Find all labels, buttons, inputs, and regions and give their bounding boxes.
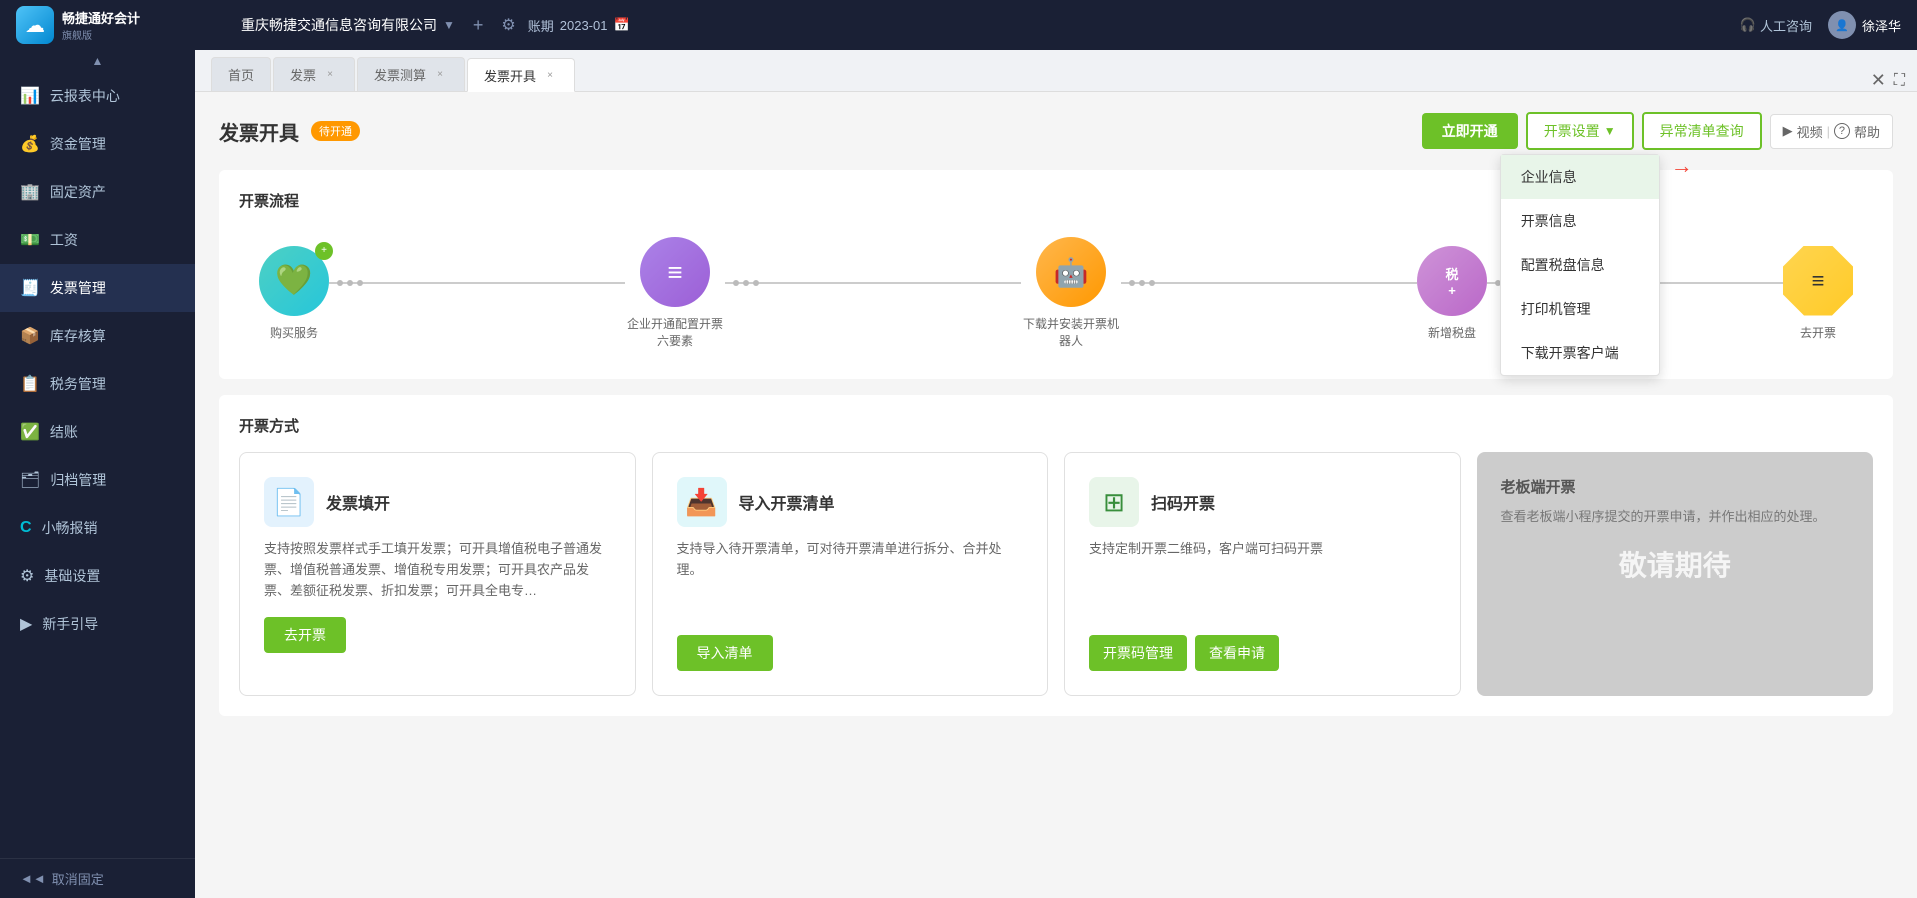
status-badge: 待开通 xyxy=(311,121,360,141)
new-guide-icon: ▶ xyxy=(20,614,32,634)
step-add-tax-disk: 税+ 新增税盘 xyxy=(1417,246,1487,341)
sidebar-item-fixed-asset[interactable]: 🏢 固定资产 xyxy=(0,168,195,216)
method-card-scan: ⊞ 扫码开票 支持定制开票二维码，客户端可扫码开票 开票码管理 查看申请 xyxy=(1064,452,1461,696)
step-go-invoice: ≡ 去开票 xyxy=(1783,246,1853,341)
tab-invoice-close[interactable]: × xyxy=(322,67,338,83)
scan-title: 扫码开票 xyxy=(1151,490,1215,514)
unpin-button[interactable]: ◄◄ 取消固定 xyxy=(20,869,175,888)
manual-fill-title: 发票填开 xyxy=(326,490,390,514)
step-enterprise-config: ≡ 企业开通配置开票六要素 xyxy=(625,237,725,349)
sidebar-item-cloud-report[interactable]: 📊 云报表中心 xyxy=(0,72,195,120)
archive-icon: 🗂 xyxy=(20,470,40,490)
salary-icon: 💵 xyxy=(20,230,40,250)
import-desc: 支持导入待开票清单，可对待开票清单进行拆分、合并处理。 xyxy=(677,539,1024,619)
boss-desc: 查看老板端小程序提交的开票申请，并作出相应的处理。 xyxy=(1501,507,1850,528)
company-name: 重庆畅捷交通信息咨询有限公司 xyxy=(241,15,437,35)
import-icon: 📥 xyxy=(677,477,727,527)
company-dropdown-icon: ▼ xyxy=(443,18,455,32)
qrcode-manage-button[interactable]: 开票码管理 xyxy=(1089,635,1187,671)
tab-invoice-test-close[interactable]: × xyxy=(432,67,448,83)
dropdown-item-printer[interactable]: 打印机管理 xyxy=(1501,287,1659,331)
step-download-install: 🤖 下载并安装开票机器人 xyxy=(1021,237,1121,349)
method-card-boss: 老板端开票 查看老板端小程序提交的开票申请，并作出相应的处理。 敬请期待 xyxy=(1477,452,1874,696)
company-selector[interactable]: 重庆畅捷交通信息咨询有限公司 ▼ xyxy=(241,15,455,35)
tab-invoice-issue[interactable]: 发票开具 × xyxy=(467,58,575,92)
view-apply-button[interactable]: 查看申请 xyxy=(1195,635,1279,671)
sidebar-item-settlement[interactable]: ✅ 结账 xyxy=(0,408,195,456)
cloud-report-icon: 📊 xyxy=(20,86,40,106)
import-title: 导入开票清单 xyxy=(739,490,835,514)
play-icon: ▶ xyxy=(1783,123,1793,139)
period-info: 账期 2023-01 📅 xyxy=(528,16,630,35)
logo-area: ☁ 畅捷通好会计 旗舰版 xyxy=(16,6,211,44)
xiaochang-icon: C xyxy=(20,519,32,537)
fund-mgmt-icon: 💰 xyxy=(20,134,40,154)
fixed-asset-icon: 🏢 xyxy=(20,182,40,202)
consult-button[interactable]: 🎧 人工咨询 xyxy=(1740,16,1812,35)
dropdown-item-tax-disk[interactable]: 配置税盘信息 xyxy=(1501,243,1659,287)
method-card-manual: 📄 发票填开 支持按照发票样式手工填开发票；可开具增值税电子普通发票、增值税普通… xyxy=(239,452,636,696)
sidebar-item-new-guide[interactable]: ▶ 新手引导 xyxy=(0,600,195,648)
scan-desc: 支持定制开票二维码，客户端可扫码开票 xyxy=(1089,539,1436,619)
sidebar-item-salary[interactable]: 💵 工资 xyxy=(0,216,195,264)
boss-overlay: 敬请期待 xyxy=(1501,544,1850,584)
settings-gear-button[interactable]: ⚙ xyxy=(501,15,515,35)
manual-fill-button[interactable]: 去开票 xyxy=(264,617,346,653)
tab-invoice-test[interactable]: 发票测算 × xyxy=(357,57,465,91)
page-header: 发票开具 待开通 立即开通 开票设置 ▼ 异常清单查询 ▶ 视频 xyxy=(219,112,1893,150)
headset-icon: 🎧 xyxy=(1740,17,1756,33)
import-button[interactable]: 导入清单 xyxy=(677,635,773,671)
invoice-mgmt-icon: 🧾 xyxy=(20,278,40,298)
settings-dropdown-arrow: ▼ xyxy=(1604,124,1616,138)
scan-icon: ⊞ xyxy=(1089,477,1139,527)
method-card-import: 📥 导入开票清单 支持导入待开票清单，可对待开票清单进行拆分、合并处理。 导入清… xyxy=(652,452,1049,696)
manual-fill-desc: 支持按照发票样式手工填开发票；可开具增值税电子普通发票、增值税普通发票、增值税专… xyxy=(264,539,611,601)
tab-invoice-issue-close[interactable]: × xyxy=(542,67,558,83)
calendar-icon[interactable]: 📅 xyxy=(613,17,629,33)
logo-text: 畅捷通好会计 xyxy=(62,8,140,27)
sidebar-item-fund-mgmt[interactable]: 💰 资金管理 xyxy=(0,120,195,168)
sidebar-item-tax-mgmt[interactable]: 📋 税务管理 xyxy=(0,360,195,408)
logo-icon: ☁ xyxy=(16,6,54,44)
dropdown-item-company-info[interactable]: 企业信息 xyxy=(1501,155,1659,199)
avatar: 👤 xyxy=(1828,11,1856,39)
maximize-tab-button[interactable]: ⛶ xyxy=(1894,72,1905,90)
settlement-icon: ✅ xyxy=(20,422,40,442)
pin-icon: ◄◄ xyxy=(20,871,46,886)
help-icon: ? xyxy=(1834,123,1850,139)
step-buy-service: 💚 + 购买服务 xyxy=(259,246,329,341)
anomaly-button[interactable]: 异常清单查询 xyxy=(1642,112,1762,150)
methods-title: 开票方式 xyxy=(239,415,1873,436)
sidebar-item-xiaochang[interactable]: C 小畅报销 xyxy=(0,504,195,552)
settings-button[interactable]: 开票设置 ▼ xyxy=(1526,112,1634,150)
dropdown-item-download-client[interactable]: 下载开票客户端 xyxy=(1501,331,1659,375)
user-info: 👤 徐泽华 xyxy=(1828,11,1901,39)
dropdown-item-invoice-info[interactable]: 开票信息 xyxy=(1501,199,1659,243)
tab-home[interactable]: 首页 xyxy=(211,57,271,91)
sidebar-item-basic-settings[interactable]: ⚙ 基础设置 xyxy=(0,552,195,600)
settings-dropdown-menu: → 企业信息 开票信息 配置税盘信息 打印机管理 xyxy=(1500,154,1660,376)
boss-title: 老板端开票 xyxy=(1501,476,1850,497)
add-company-button[interactable]: + xyxy=(467,13,490,38)
basic-settings-icon: ⚙ xyxy=(20,566,34,586)
sidebar-scroll-up[interactable]: ▲ xyxy=(0,50,195,72)
sidebar-item-invoice-mgmt[interactable]: 🧾 发票管理 xyxy=(0,264,195,312)
logo-sub: 旗舰版 xyxy=(62,27,140,42)
video-help-button[interactable]: ▶ 视频 | ? 帮助 xyxy=(1770,114,1893,149)
tax-mgmt-icon: 📋 xyxy=(20,374,40,394)
tab-invoice[interactable]: 发票 × xyxy=(273,57,355,91)
sidebar-item-archive[interactable]: 🗂 归档管理 xyxy=(0,456,195,504)
page-title: 发票开具 xyxy=(219,117,299,146)
activate-button[interactable]: 立即开通 xyxy=(1422,113,1518,149)
close-tab-button[interactable]: ✕ xyxy=(1871,70,1886,91)
inventory-icon: 📦 xyxy=(20,326,40,346)
sidebar-item-inventory[interactable]: 📦 库存核算 xyxy=(0,312,195,360)
manual-fill-icon: 📄 xyxy=(264,477,314,527)
